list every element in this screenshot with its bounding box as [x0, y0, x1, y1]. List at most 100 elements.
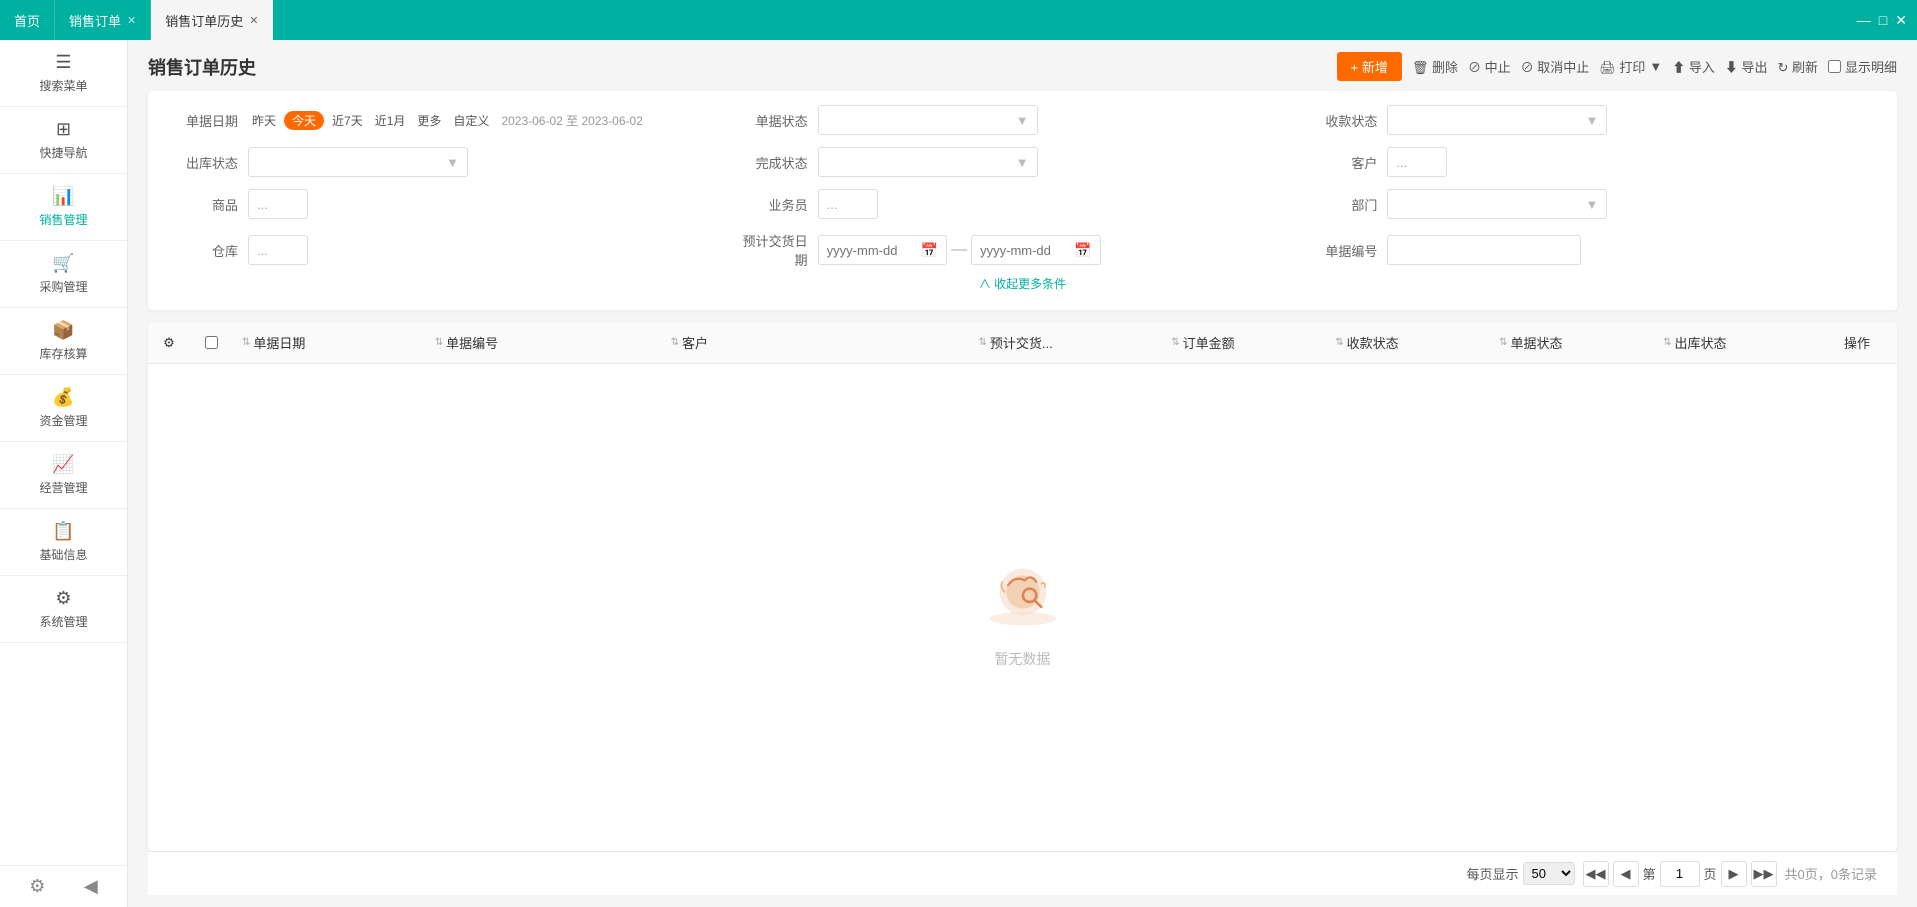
filter-area: 单据日期 昨天 今天 近7天 近1月 更多 自定义 2023-06-02 至 2… — [148, 91, 1897, 310]
receipt-status-arrow-icon: ▼ — [1585, 113, 1598, 128]
delete-button[interactable]: 🗑 删除 — [1412, 57, 1458, 76]
warehouse-picker[interactable]: ... — [248, 235, 308, 265]
tab-sales-order[interactable]: 销售订单 ✕ — [55, 0, 151, 40]
sort-icon: ⇅ — [979, 337, 987, 348]
th-delivery[interactable]: ⇅ 预计交货... — [969, 333, 1162, 352]
warehouse-control[interactable]: ... — [248, 235, 738, 265]
receipt-status-control[interactable]: ▼ — [1387, 105, 1877, 135]
sort-icon: ⇅ — [1499, 337, 1507, 348]
last-page-button[interactable]: ▶▶ — [1751, 861, 1777, 887]
delivery-date-to-wrap[interactable]: 📅 — [971, 235, 1100, 265]
warehouse-status-control[interactable]: ▼ — [248, 147, 738, 177]
receipt-status-select[interactable]: ▼ — [1387, 105, 1607, 135]
sidebar-item-capital-mgmt[interactable]: 💰 资金管理 — [0, 375, 127, 442]
collapse-button[interactable]: ∧ 收起更多条件 — [168, 271, 1877, 296]
delivery-date-control: 📅 — 📅 — [818, 235, 1308, 265]
window-maximize[interactable]: □ — [1879, 12, 1887, 28]
date-btn-yesterday[interactable]: 昨天 — [248, 111, 280, 130]
date-btn-custom[interactable]: 自定义 — [449, 111, 493, 130]
th-num[interactable]: ⇅ 单据编号 — [425, 333, 661, 352]
new-button[interactable]: + 新增 — [1337, 52, 1402, 81]
sales-mgmt-icon: 📊 — [52, 186, 74, 207]
refresh-button[interactable]: ↻ 刷新 — [1777, 57, 1818, 76]
filter-row-3: 商品 ... 业务员 ... 部门 ▼ — [168, 189, 1877, 219]
sidebar-item-purchase-mgmt[interactable]: 🛒 采购管理 — [0, 241, 127, 308]
salesman-control[interactable]: ... — [818, 189, 1308, 219]
goods-label: 商品 — [168, 195, 248, 214]
cancel-stop-button[interactable]: ⊘ 取消中止 — [1521, 57, 1590, 76]
th-receipt[interactable]: ⇅ 收款状态 — [1325, 333, 1489, 352]
stop-button[interactable]: ⊘ 中止 — [1468, 57, 1511, 76]
th-customer[interactable]: ⇅ 客户 — [661, 333, 969, 352]
export-button[interactable]: ⬇ 导出 — [1725, 57, 1768, 76]
import-button[interactable]: ⬆ 导入 — [1672, 57, 1715, 76]
next-page-button[interactable]: ▶ — [1721, 861, 1747, 887]
calendar-to-icon[interactable]: 📅 — [1074, 242, 1091, 259]
sidebar-item-basic-info[interactable]: 📋 基础信息 — [0, 509, 127, 576]
customer-control[interactable]: ... — [1387, 147, 1877, 177]
warehouse-status-select[interactable]: ▼ — [248, 147, 468, 177]
sidebar-item-sales-mgmt[interactable]: 📊 销售管理 — [0, 174, 127, 241]
toolbar: + 新增 🗑 删除 ⊘ 中止 ⊘ 取消中止 🖨 打印 ▼ ⬆ 导入 — [1337, 52, 1897, 81]
sidebar-settings-icon[interactable]: ⚙ — [29, 876, 45, 897]
tab-sales-history-close[interactable]: ✕ — [249, 14, 258, 27]
tab-sales-history[interactable]: 销售订单历史 ✕ — [151, 0, 273, 40]
show-detail-label: 显示明细 — [1845, 57, 1897, 76]
calendar-from-icon[interactable]: 📅 — [921, 242, 938, 259]
date-btn-today[interactable]: 今天 — [284, 111, 324, 130]
order-status-control[interactable]: ▼ — [818, 105, 1308, 135]
goods-control[interactable]: ... — [248, 189, 738, 219]
select-all-checkbox[interactable] — [205, 336, 218, 349]
th-gear[interactable]: ⚙ — [148, 335, 190, 351]
order-status-select[interactable]: ▼ — [818, 105, 1038, 135]
order-num-input[interactable] — [1387, 235, 1581, 265]
show-detail-checkbox[interactable] — [1828, 60, 1841, 73]
page-number-input[interactable] — [1660, 861, 1700, 887]
th-status[interactable]: ⇅ 单据状态 — [1489, 333, 1653, 352]
sidebar-item-sys-mgmt[interactable]: ⚙ 系统管理 — [0, 576, 127, 643]
page-size-label: 每页显示 — [1466, 864, 1518, 883]
order-num-control[interactable] — [1387, 235, 1877, 265]
th-check[interactable] — [190, 336, 232, 349]
department-arrow-icon: ▼ — [1585, 197, 1598, 212]
window-minimize[interactable]: — — [1857, 12, 1871, 28]
sidebar-item-ops-mgmt[interactable]: 📈 经营管理 — [0, 442, 127, 509]
tab-home[interactable]: 首页 — [0, 0, 55, 40]
warehouse-status-arrow-icon: ▼ — [446, 155, 459, 170]
show-detail-check[interactable]: 显示明细 — [1828, 57, 1897, 76]
basic-info-icon: 📋 — [52, 521, 74, 542]
date-control: 昨天 今天 近7天 近1月 更多 自定义 2023-06-02 至 2023-0… — [248, 111, 738, 130]
date-btn-7days[interactable]: 近7天 — [328, 111, 367, 130]
complete-status-arrow-icon: ▼ — [1016, 155, 1029, 170]
delivery-date-from-input[interactable] — [827, 243, 917, 258]
date-btn-1month[interactable]: 近1月 — [371, 111, 410, 130]
department-control[interactable]: ▼ — [1387, 189, 1877, 219]
date-btn-more[interactable]: 更多 — [413, 111, 445, 130]
complete-status-label: 完成状态 — [738, 153, 818, 172]
complete-status-control[interactable]: ▼ — [818, 147, 1308, 177]
delivery-date-from-wrap[interactable]: 📅 — [818, 235, 947, 265]
th-date[interactable]: ⇅ 单据日期 — [232, 333, 425, 352]
salesman-picker[interactable]: ... — [818, 189, 878, 219]
window-close[interactable]: ✕ — [1895, 12, 1907, 29]
print-button[interactable]: 🖨 打印 ▼ — [1599, 57, 1662, 76]
empty-illustration — [973, 547, 1073, 637]
first-page-button[interactable]: ◀◀ — [1583, 861, 1609, 887]
sort-icon: ⇅ — [435, 337, 443, 348]
sidebar-item-quick-nav[interactable]: ⊞ 快捷导航 — [0, 107, 127, 174]
page-size-select[interactable]: 10 20 50 100 — [1523, 862, 1575, 885]
department-select[interactable]: ▼ — [1387, 189, 1607, 219]
sidebar-item-search-menu[interactable]: ☰ 搜索菜单 — [0, 40, 127, 107]
sidebar-item-inventory-check[interactable]: 📦 库存核算 — [0, 308, 127, 375]
sidebar-collapse-icon[interactable]: ◀ — [84, 876, 98, 897]
th-warehouse[interactable]: ⇅ 出库状态 — [1653, 333, 1817, 352]
prev-page-button[interactable]: ◀ — [1613, 861, 1639, 887]
delivery-date-to-input[interactable] — [980, 243, 1070, 258]
goods-picker[interactable]: ... — [248, 189, 308, 219]
top-bar: 首页 销售订单 ✕ 销售订单历史 ✕ — □ ✕ — [0, 0, 1917, 40]
sort-icon: ⇅ — [1171, 337, 1179, 348]
customer-picker[interactable]: ... — [1387, 147, 1447, 177]
tab-sales-order-close[interactable]: ✕ — [127, 14, 136, 27]
th-amount[interactable]: ⇅ 订单金额 — [1161, 333, 1325, 352]
complete-status-select[interactable]: ▼ — [818, 147, 1038, 177]
